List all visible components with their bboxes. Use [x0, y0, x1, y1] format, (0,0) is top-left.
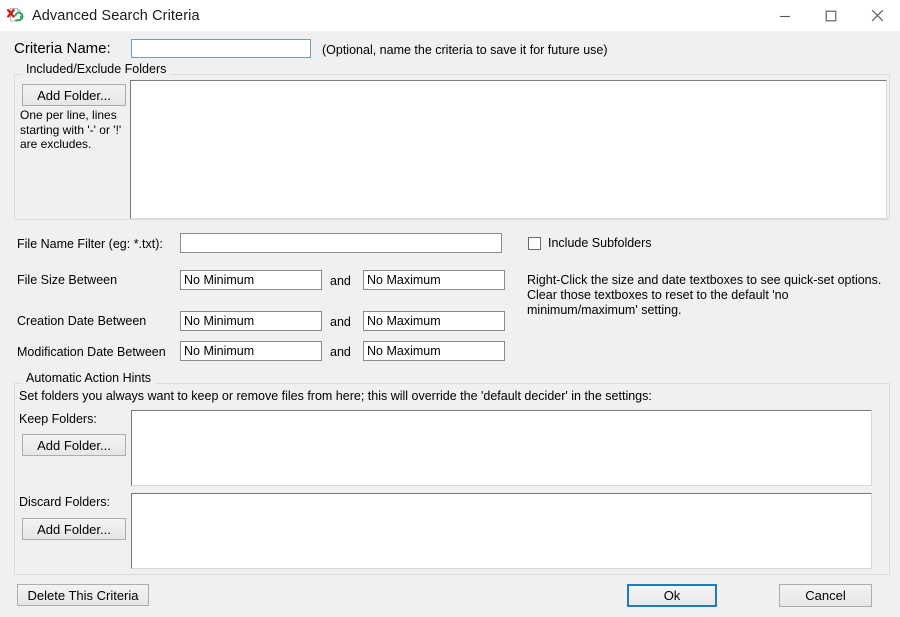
- automatic-action-hints-group-title: Automatic Action Hints: [22, 371, 155, 385]
- creation-date-min-input[interactable]: [180, 311, 322, 331]
- automatic-action-hints-description: Set folders you always want to keep or r…: [19, 389, 652, 404]
- keep-folders-textarea[interactable]: [131, 410, 872, 486]
- criteria-name-hint: (Optional, name the criteria to save it …: [322, 43, 608, 58]
- file-name-filter-input[interactable]: [180, 233, 502, 253]
- add-folder-button-include[interactable]: Add Folder...: [22, 84, 126, 106]
- criteria-name-label: Criteria Name:: [14, 41, 111, 56]
- window-title: Advanced Search Criteria: [32, 8, 200, 24]
- delete-this-criteria-button[interactable]: Delete This Criteria: [17, 584, 149, 606]
- criteria-name-input[interactable]: [131, 39, 311, 58]
- included-exclude-folders-textarea[interactable]: [130, 80, 887, 219]
- discard-folders-textarea[interactable]: [131, 493, 872, 569]
- discard-folders-label: Discard Folders:: [19, 495, 110, 510]
- cancel-button[interactable]: Cancel: [779, 584, 872, 607]
- modification-date-and-label: and: [330, 345, 351, 360]
- size-date-help-text: Right-Click the size and date textboxes …: [527, 273, 887, 318]
- included-exclude-folders-group-title: Included/Exclude Folders: [22, 62, 170, 76]
- search-criteria-icon: [7, 7, 25, 25]
- include-subfolders-label: Include Subfolders: [548, 236, 652, 250]
- file-name-filter-label: File Name Filter (eg: *.txt):: [17, 237, 163, 252]
- file-size-max-input[interactable]: [363, 270, 505, 290]
- modification-date-min-input[interactable]: [180, 341, 322, 361]
- close-button[interactable]: [854, 0, 900, 31]
- include-exclude-note: One per line, lines starting with '-' or…: [20, 108, 128, 152]
- title-bar: Advanced Search Criteria: [0, 0, 900, 31]
- include-exclude-note-line1: One per line, lines: [20, 108, 117, 122]
- size-date-help-line1: Right-Click the size and date textboxes …: [527, 273, 881, 287]
- creation-date-between-label: Creation Date Between: [17, 314, 146, 329]
- add-folder-button-discard[interactable]: Add Folder...: [22, 518, 126, 540]
- maximize-button[interactable]: [808, 0, 854, 31]
- include-subfolders-checkbox-box[interactable]: [528, 237, 541, 250]
- modification-date-max-input[interactable]: [363, 341, 505, 361]
- file-size-min-input[interactable]: [180, 270, 322, 290]
- size-date-help-line2: Clear those textboxes to reset to the de…: [527, 288, 789, 302]
- modification-date-between-label: Modification Date Between: [17, 345, 166, 360]
- include-exclude-note-line2: starting with '-' or '!': [20, 123, 121, 137]
- size-date-help-line3: minimum/maximum' setting.: [527, 303, 682, 317]
- window-controls: [762, 0, 900, 31]
- minimize-button[interactable]: [762, 0, 808, 31]
- file-size-and-label: and: [330, 274, 351, 289]
- include-subfolders-checkbox[interactable]: Include Subfolders: [528, 236, 652, 250]
- creation-date-max-input[interactable]: [363, 311, 505, 331]
- creation-date-and-label: and: [330, 315, 351, 330]
- ok-button[interactable]: Ok: [627, 584, 717, 607]
- keep-folders-label: Keep Folders:: [19, 412, 97, 427]
- include-exclude-note-line3: are excludes.: [20, 137, 91, 151]
- advanced-search-criteria-window: Advanced Search Criteria Criteria Name: …: [0, 0, 900, 617]
- file-size-between-label: File Size Between: [17, 273, 117, 288]
- add-folder-button-keep[interactable]: Add Folder...: [22, 434, 126, 456]
